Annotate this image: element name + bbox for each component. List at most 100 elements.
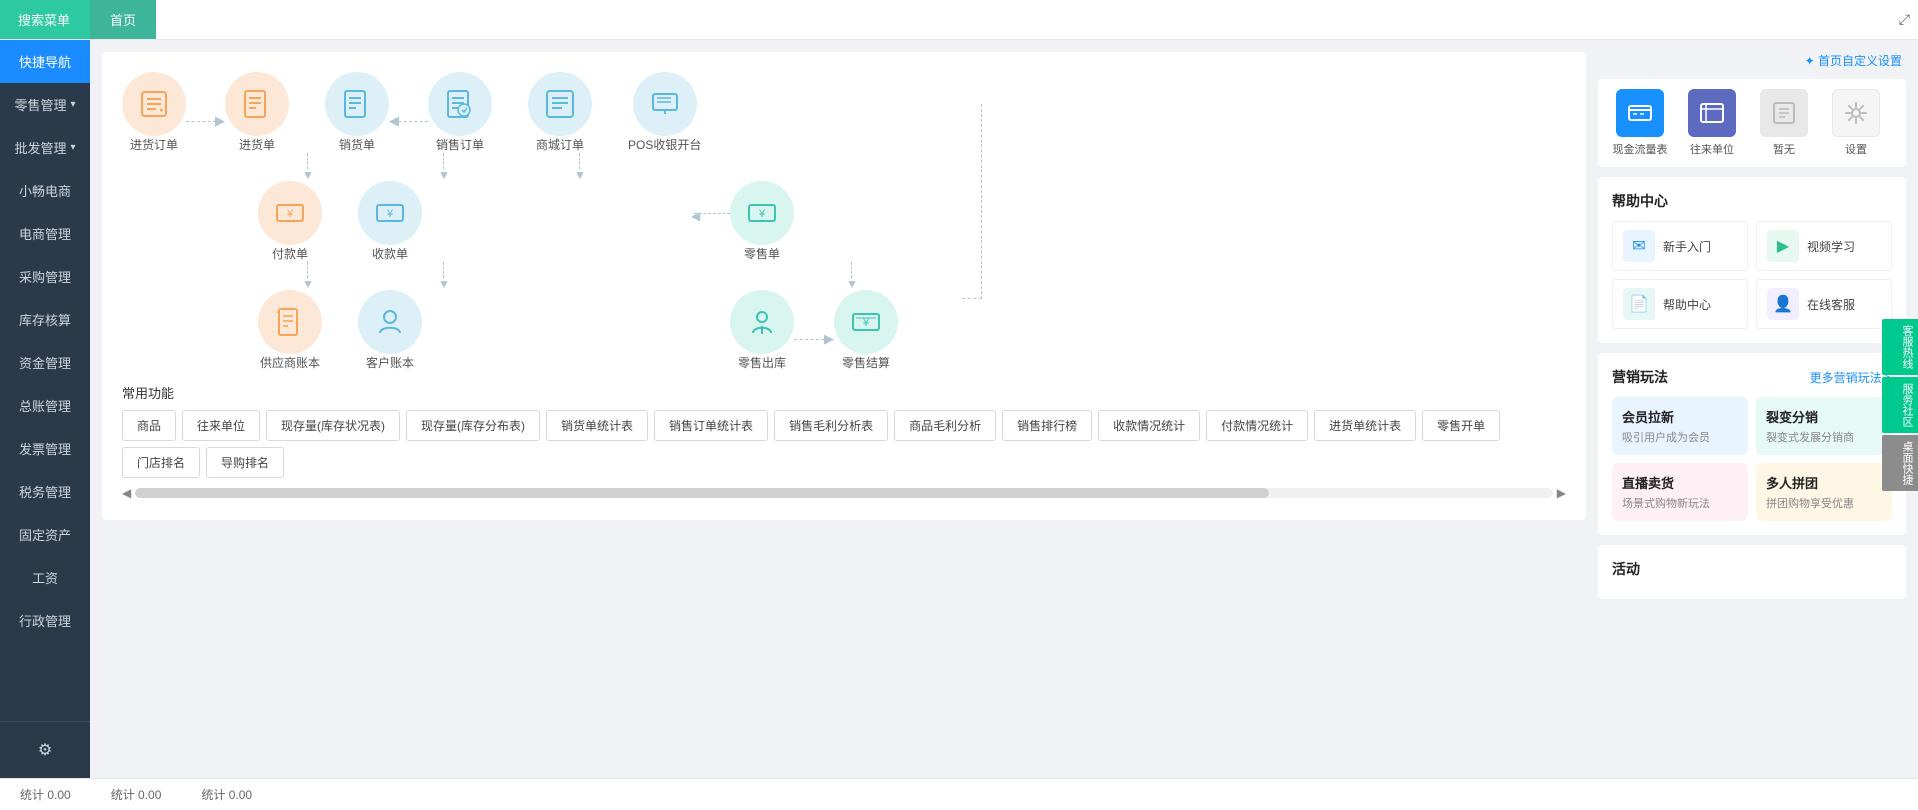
sidebar-item-tax[interactable]: 税务管理 <box>0 470 90 513</box>
retail-settle-icon: ¥ <box>834 290 898 354</box>
func-btn-guide-rank[interactable]: 导购排名 <box>206 447 284 478</box>
scroll-bar[interactable] <box>135 488 1553 498</box>
scroll-left-btn[interactable]: ◀ <box>122 486 131 500</box>
bottom-stats: 统计 0.00 统计 0.00 统计 0.00 <box>0 778 1918 810</box>
node-supplier-account[interactable]: 供应商账本 <box>258 290 322 371</box>
pos-icon <box>633 72 697 136</box>
func-btn-payment-stat[interactable]: 付款情况统计 <box>1206 410 1308 441</box>
sidebar-item-assets[interactable]: 固定资产 <box>0 513 90 556</box>
func-btn-purchase-stat[interactable]: 进货单统计表 <box>1314 410 1416 441</box>
right-panel: ✦ 首页自定义设置 现金流量表 往来单位 <box>1598 40 1918 778</box>
func-btn-retail-order[interactable]: 零售开单 <box>1422 410 1500 441</box>
marketing-grid: 会员拉新 吸引用户成为会员 裂变分销 裂变式发展分销商 直播卖货 场景式购物新玩… <box>1612 397 1892 521</box>
node-retail-slip[interactable]: ◀ ¥ 零售单 <box>730 181 794 262</box>
marketing-item-member[interactable]: 会员拉新 吸引用户成为会员 <box>1612 397 1748 455</box>
func-btn-units[interactable]: 往来单位 <box>182 410 260 441</box>
node-receipt-slip[interactable]: ¥ 收款单 <box>358 181 422 262</box>
svg-text:¥: ¥ <box>758 208 766 220</box>
help-item-video[interactable]: ▶ 视频学习 <box>1756 221 1892 271</box>
sidebar-item-wholesale[interactable]: 批发管理 ▾ <box>0 126 90 169</box>
help-card: 帮助中心 ✉ 新手入门 ▶ 视频学习 📄 帮助中心 👤 <box>1598 177 1906 343</box>
node-payment-slip[interactable]: ¥ 付款单 <box>258 181 322 262</box>
node-sales-slip[interactable]: 销货单 <box>325 72 389 153</box>
qa-settings[interactable]: 设置 <box>1824 89 1888 157</box>
purchase-slip-icon <box>225 72 289 136</box>
float-btn-service[interactable]: 客服热线 <box>1882 319 1918 375</box>
sidebar-item-invoice[interactable]: 发票管理 <box>0 427 90 470</box>
service-label: 在线客服 <box>1807 296 1855 313</box>
func-btn-sales-rank[interactable]: 销售排行榜 <box>1002 410 1092 441</box>
group-desc: 拼团购物享受优惠 <box>1766 495 1882 511</box>
func-btn-store-rank[interactable]: 门店排名 <box>122 447 200 478</box>
help-item-helpcenter[interactable]: 📄 帮助中心 <box>1612 279 1748 329</box>
node-pos[interactable]: POS收银开台 <box>628 72 701 153</box>
func-btn-sales-stat[interactable]: 销货单统计表 <box>546 410 648 441</box>
sidebar-item-retail[interactable]: 零售管理 ▾ <box>0 83 90 126</box>
sidebar-item-ecommerce[interactable]: 电商管理 <box>0 212 90 255</box>
func-btn-product-gross[interactable]: 商品毛利分析 <box>894 410 996 441</box>
sales-slip-label: 销货单 <box>339 136 375 153</box>
sidebar-bottom: ⚙ <box>0 721 90 778</box>
cashflow-icon <box>1616 89 1664 137</box>
settings-label: 设置 <box>1845 141 1867 157</box>
svg-text:¥: ¥ <box>286 208 294 220</box>
func-btn-product[interactable]: 商品 <box>122 410 176 441</box>
node-sales-order[interactable]: 销售订单 <box>428 72 492 153</box>
sidebar-item-xiaochang[interactable]: 小畅电商 <box>0 169 90 212</box>
sidebar-item-quick-nav[interactable]: 快捷导航 <box>0 40 90 83</box>
helpcenter-label: 帮助中心 <box>1663 296 1711 313</box>
stat-3: 统计 0.00 <box>201 786 252 803</box>
common-funcs: 常用功能 商品 往来单位 现存量(库存状况表) 现存量(库存分布表) 销货单统计… <box>122 383 1566 478</box>
helpcenter-icon: 📄 <box>1623 288 1655 320</box>
sidebar-item-admin[interactable]: 行政管理 <box>0 599 90 642</box>
sidebar-item-inventory[interactable]: 库存核算 <box>0 298 90 341</box>
gear-icon[interactable]: ⚙ <box>0 732 90 768</box>
qa-cashflow[interactable]: 现金流量表 <box>1608 89 1672 157</box>
sidebar-item-purchase[interactable]: 采购管理 <box>0 255 90 298</box>
marketing-item-group[interactable]: 多人拼团 拼团购物享受优惠 <box>1756 463 1892 521</box>
search-menu-button[interactable]: 搜索菜单 <box>0 0 90 39</box>
expand-icon[interactable]: ⤢ <box>1899 11 1910 28</box>
func-btn-sales-order-stat[interactable]: 销售订单统计表 <box>654 410 768 441</box>
node-mall-order[interactable]: 商城订单 <box>528 72 592 153</box>
receipt-slip-label: 收款单 <box>372 245 408 262</box>
node-purchase-order[interactable]: 进货订单 <box>122 72 186 153</box>
sales-order-icon <box>428 72 492 136</box>
help-grid: ✉ 新手入门 ▶ 视频学习 📄 帮助中心 👤 在线客服 <box>1612 221 1892 329</box>
qa-units[interactable]: 往来单位 <box>1680 89 1744 157</box>
tab-home[interactable]: 首页 <box>90 0 156 39</box>
fission-desc: 裂变式发展分销商 <box>1766 429 1882 445</box>
func-btn-stock2[interactable]: 现存量(库存分布表) <box>406 410 540 441</box>
qa-none[interactable]: 暂无 <box>1752 89 1816 157</box>
func-btn-stock1[interactable]: 现存量(库存状况表) <box>266 410 400 441</box>
node-customer-account[interactable]: 客户账本 <box>358 290 422 371</box>
sidebar-item-ledger[interactable]: 总账管理 <box>0 384 90 427</box>
retail-settle-label: 零售结算 <box>842 354 890 371</box>
float-btn-desktop[interactable]: 桌面快捷 <box>1882 435 1918 491</box>
marketing-item-fission[interactable]: 裂变分销 裂变式发展分销商 <box>1756 397 1892 455</box>
group-title: 多人拼团 <box>1766 473 1882 492</box>
node-retail-settle[interactable]: ¥ 零售结算 <box>834 290 898 371</box>
mall-order-icon <box>528 72 592 136</box>
sidebar-item-salary[interactable]: 工资 <box>0 556 90 599</box>
purchase-order-label: 进货订单 <box>130 136 178 153</box>
node-retail-out[interactable]: 零售出库 <box>730 290 794 371</box>
marketing-title: 营销玩法 <box>1612 367 1668 387</box>
marketing-item-live[interactable]: 直播卖货 场景式购物新玩法 <box>1612 463 1748 521</box>
float-btn-community[interactable]: 服务社区 <box>1882 377 1918 433</box>
float-buttons: 客服热线 服务社区 桌面快捷 <box>1882 319 1918 491</box>
scroll-right-btn[interactable]: ▶ <box>1557 486 1566 500</box>
live-title: 直播卖货 <box>1622 473 1738 492</box>
func-btn-gross-analysis[interactable]: 销售毛利分析表 <box>774 410 888 441</box>
sidebar-item-finance[interactable]: 资金管理 <box>0 341 90 384</box>
help-item-service[interactable]: 👤 在线客服 <box>1756 279 1892 329</box>
sales-slip-icon <box>325 72 389 136</box>
payment-slip-label: 付款单 <box>272 245 308 262</box>
node-purchase-slip[interactable]: 进货单 <box>225 72 289 153</box>
func-btn-receipt-stat[interactable]: 收款情况统计 <box>1098 410 1200 441</box>
marketing-more-link[interactable]: 更多营销玩法 > <box>1810 369 1892 386</box>
pos-label: POS收银开台 <box>628 136 701 153</box>
qa-settings-link[interactable]: ✦ 首页自定义设置 <box>1805 52 1902 69</box>
member-desc: 吸引用户成为会员 <box>1622 429 1738 445</box>
help-item-beginner[interactable]: ✉ 新手入门 <box>1612 221 1748 271</box>
